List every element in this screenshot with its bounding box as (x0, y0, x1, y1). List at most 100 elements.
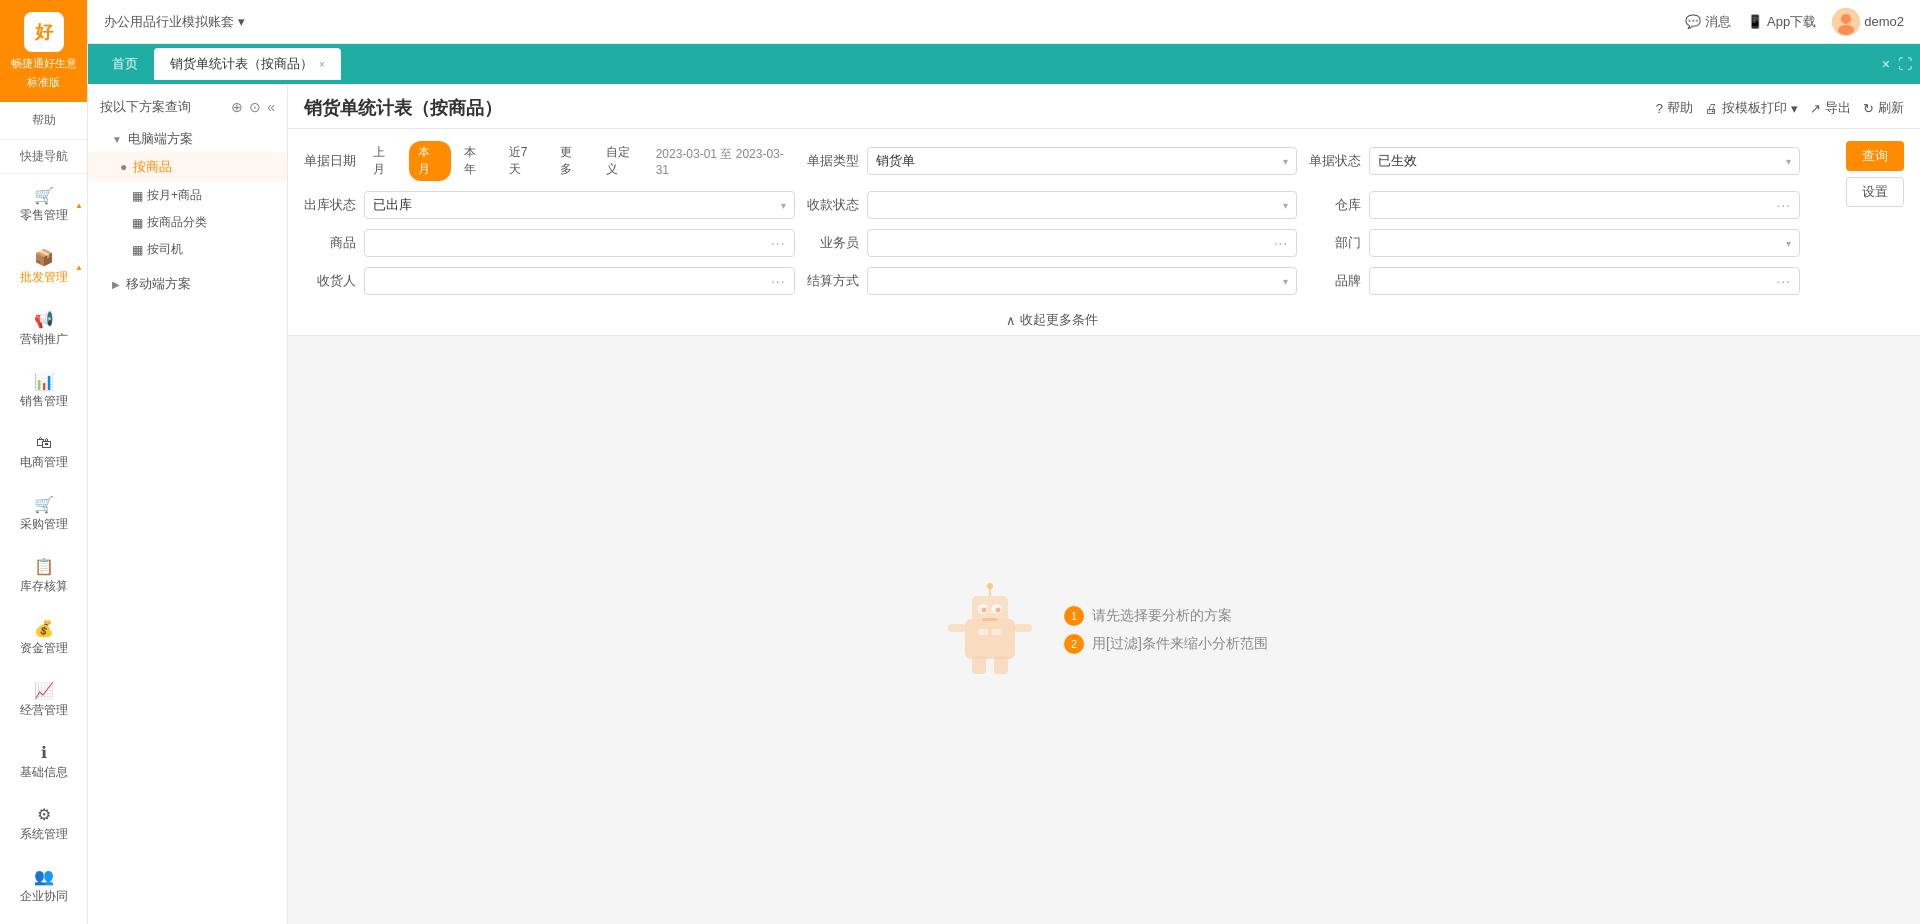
tab-home[interactable]: 首页 (96, 48, 154, 80)
sidebar-item-marketing[interactable]: 📢 营销推广 (0, 298, 87, 360)
sidebar-item-basic[interactable]: ℹ 基础信息 (0, 731, 87, 793)
refresh-label: 刷新 (1878, 99, 1904, 117)
add-solution-btn[interactable]: ⊕ (231, 99, 243, 115)
filter-area-inner: 单据日期 上月 本月 本年 近7天 更多 (288, 129, 1920, 335)
export-btn[interactable]: ↗ 导出 (1810, 99, 1851, 117)
filter-department: 部门 ▾ (1309, 229, 1800, 257)
date-pill-this-year[interactable]: 本年 (455, 141, 496, 181)
salesperson-dots: ··· (1274, 235, 1289, 251)
minimize-btn[interactable]: × (1882, 56, 1890, 72)
print-btn[interactable]: 🖨 按模板打印 ▾ (1705, 99, 1798, 117)
filter-panel-left: 按以下方案查询 ⊕ ⊙ « ▼ 电脑端方案 ● 按商品 (88, 84, 288, 924)
empty-state: 1 请先选择要分析的方案 2 用[过滤]条件来缩小分析范围 (940, 574, 1268, 687)
recipient-select[interactable]: ··· (364, 267, 795, 295)
collapse-btn[interactable]: ∧ 收起更多条件 (304, 305, 1800, 335)
sidebar-search[interactable]: 帮助 (0, 102, 87, 140)
settings-solution-btn[interactable]: ⊙ (249, 99, 261, 115)
solution-sub-month-goods[interactable]: ▦ 按月+商品 (88, 182, 287, 209)
month-goods-label: 按月+商品 (147, 187, 202, 204)
tab-close-btn[interactable]: × (319, 59, 325, 70)
sidebar-item-cooperation[interactable]: 👥 企业协同 (0, 855, 87, 917)
retail-icon: 🛒 (34, 186, 54, 205)
sidebar-item-sales[interactable]: 📊 销售管理 (0, 360, 87, 422)
department-select[interactable]: ▾ (1369, 229, 1800, 257)
message-icon: 💬 (1685, 14, 1701, 29)
date-pill-this-month[interactable]: 本月 (409, 141, 450, 181)
basic-label: 基础信息 (20, 764, 68, 781)
doc-status-select[interactable]: 已生效 ▾ (1369, 147, 1800, 175)
sidebar-item-system[interactable]: ⚙ 系统管理 (0, 793, 87, 855)
page-title-row: 销货单统计表（按商品） ? 帮助 🖨 按模板打印 ▾ (304, 96, 1904, 120)
industry-selector[interactable]: 办公用品行业模拟账套 ▾ (104, 13, 245, 31)
sidebar-quicknav[interactable]: 快捷导航 (0, 140, 87, 174)
basic-icon: ℹ (41, 743, 47, 762)
sidebar-item-purchase[interactable]: 🛒 采购管理 (0, 483, 87, 545)
settlement-select[interactable]: ▾ (867, 267, 1298, 295)
app-download-btn[interactable]: 📱 App下载 (1747, 13, 1816, 31)
help-btn[interactable]: ? 帮助 (1656, 99, 1693, 117)
page-title: 销货单统计表（按商品） (304, 96, 502, 120)
out-status-chevron: ▾ (781, 200, 786, 211)
refresh-btn[interactable]: ↻ 刷新 (1863, 99, 1904, 117)
marketing-label: 营销推广 (20, 331, 68, 348)
department-chevron: ▾ (1786, 238, 1791, 249)
desktop-solution-header[interactable]: ▼ 电脑端方案 (88, 126, 287, 152)
empty-illustration (940, 574, 1040, 687)
solution-sub-category[interactable]: ▦ 按商品分类 (88, 209, 287, 236)
filter-panel-label: 按以下方案查询 (100, 98, 191, 116)
brand-select[interactable]: ··· (1369, 267, 1800, 295)
solution-item-goods[interactable]: ● 按商品 (88, 152, 287, 182)
svg-point-7 (982, 607, 987, 612)
sidebar-item-finance[interactable]: 💰 资金管理 (0, 607, 87, 669)
solution-sub-driver[interactable]: ▦ 按司机 (88, 236, 287, 263)
month-goods-icon: ▦ (132, 189, 143, 203)
out-status-select[interactable]: 已出库 ▾ (364, 191, 795, 219)
sidebar: 好 畅捷通好生意 标准版 帮助 快捷导航 🛒 零售管理 📦 批发管理 📢 营销推… (0, 0, 88, 924)
filter-row-2: 出库状态 已出库 ▾ 收款状态 ▾ (304, 191, 1800, 219)
robot-icon (940, 574, 1040, 684)
sidebar-item-wholesale[interactable]: 📦 批发管理 (0, 236, 87, 298)
sidebar-item-management[interactable]: 📈 经营管理 (0, 669, 87, 731)
payment-status-select[interactable]: ▾ (867, 191, 1298, 219)
search-label: 帮助 (32, 113, 56, 127)
filter-warehouse: 仓库 ··· (1309, 191, 1800, 219)
date-pill-more[interactable]: 更多 (551, 141, 592, 181)
sidebar-item-inventory[interactable]: 📋 库存核算 (0, 545, 87, 607)
out-status-value: 已出库 (373, 196, 412, 214)
mobile-solution-header[interactable]: ▶ 移动端方案 (88, 271, 287, 297)
maximize-btn[interactable]: ⛶ (1898, 56, 1912, 72)
query-btn[interactable]: 查询 (1846, 141, 1904, 171)
svg-point-2 (1838, 25, 1854, 35)
category-label: 按商品分类 (147, 214, 207, 231)
salesperson-select[interactable]: ··· (867, 229, 1298, 257)
warehouse-select[interactable]: ··· (1369, 191, 1800, 219)
settlement-chevron: ▾ (1283, 276, 1288, 287)
date-pill-last-month[interactable]: 上月 (364, 141, 405, 181)
sidebar-item-retail[interactable]: 🛒 零售管理 (0, 174, 87, 236)
date-control: 上月 本月 本年 近7天 更多 自定义 2023-03-01 至 2023-03… (364, 141, 795, 181)
goods-select[interactable]: ··· (364, 229, 795, 257)
sidebar-item-ecommerce[interactable]: 🛍 电商管理 (0, 422, 87, 483)
sidebar-item-guide[interactable]: 🎯 新手引导 (0, 917, 87, 924)
user-info[interactable]: demo2 (1832, 8, 1904, 36)
filter-row-3: 商品 ··· 业务员 ··· (304, 229, 1800, 257)
empty-hint-1-text: 请先选择要分析的方案 (1092, 607, 1232, 625)
message-btn[interactable]: 💬 消息 (1685, 13, 1731, 31)
date-pill-7days[interactable]: 近7天 (500, 141, 548, 181)
top-bar-left: 办公用品行业模拟账套 ▾ (104, 13, 245, 31)
doc-type-select[interactable]: 销货单 ▾ (867, 147, 1298, 175)
wholesale-label: 批发管理 (20, 269, 68, 286)
filter-row-1: 单据日期 上月 本月 本年 近7天 更多 (304, 141, 1800, 181)
salesperson-label: 业务员 (807, 234, 859, 252)
tab-active[interactable]: 销货单统计表（按商品） × (154, 48, 341, 80)
filter-recipient: 收货人 ··· (304, 267, 795, 295)
doc-status-chevron: ▾ (1786, 156, 1791, 167)
management-label: 经营管理 (20, 702, 68, 719)
brand-dots: ··· (1776, 273, 1791, 289)
date-pill-custom[interactable]: 自定义 (597, 141, 650, 181)
settings-btn[interactable]: 设置 (1846, 177, 1904, 207)
ecommerce-label: 电商管理 (20, 454, 68, 471)
svg-rect-16 (978, 629, 988, 635)
collapse-panel-btn[interactable]: « (267, 99, 275, 115)
mobile-solution-label: 移动端方案 (126, 275, 191, 293)
